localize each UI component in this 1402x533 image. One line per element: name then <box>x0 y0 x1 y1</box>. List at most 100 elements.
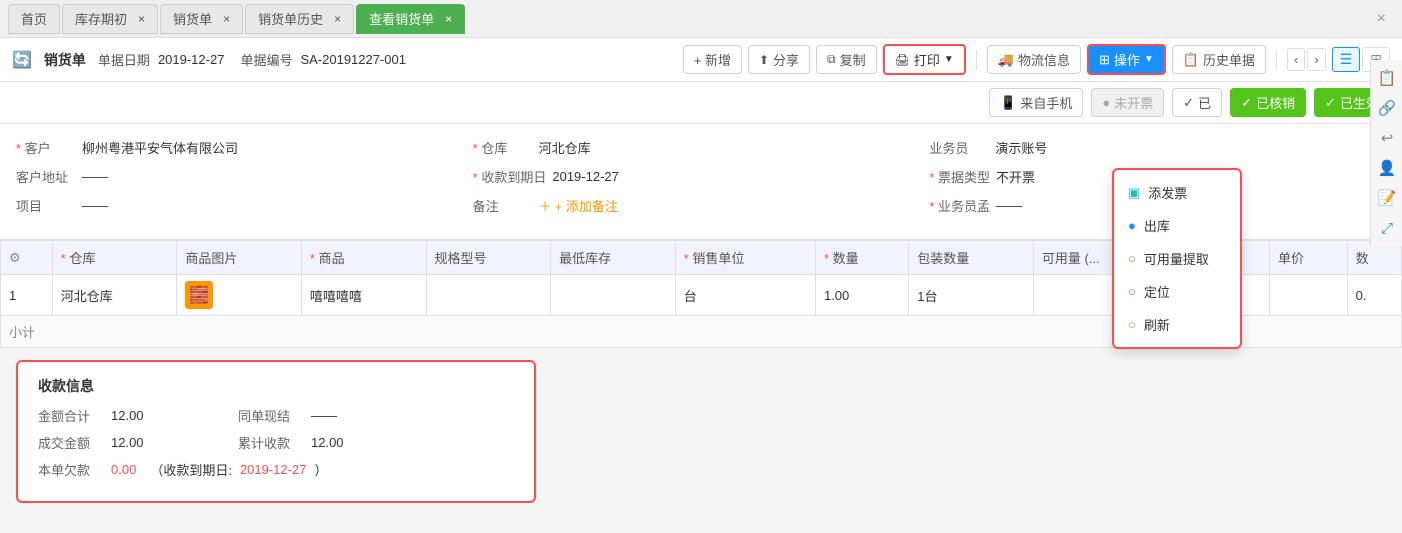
tab-view-sales[interactable]: 查看销货单 × <box>356 4 465 34</box>
check-button[interactable]: ✓ 已 <box>1172 88 1222 117</box>
cancelled-button[interactable]: ✓ 已核销 <box>1230 88 1306 117</box>
row-warehouse: 河北仓库 <box>52 275 177 316</box>
tab-bar: 首页 库存期初 × 销货单 × 销货单历史 × 查看销货单 × × <box>0 0 1402 38</box>
address-field: 客户地址 —— <box>16 167 473 186</box>
note-label: 备注 <box>473 196 533 215</box>
tab-home-label: 首页 <box>21 9 47 28</box>
customer-label: 客户 <box>16 138 76 157</box>
dropdown-refresh[interactable]: ○ 刷新 <box>1114 308 1240 341</box>
sidebar-icon-expand[interactable]: ⤢ <box>1373 214 1401 242</box>
warehouse-field: 仓库 河北仓库 <box>473 138 930 157</box>
tab-inventory-init[interactable]: 库存期初 × <box>62 4 158 34</box>
action-bar: 📱 来自手机 ● 未开票 ✓ 已 ✓ 已核销 ✓ 已生效 <box>0 82 1402 124</box>
tab-inventory-close[interactable]: × <box>138 12 145 26</box>
truck-icon: 🚚 <box>998 52 1014 68</box>
note-field: 备注 ＋ + 添加备注 <box>473 196 930 215</box>
customer-field: 客户 柳州粤港平安气体有限公司 <box>16 138 473 157</box>
dropdown-available-pickup[interactable]: ○ 可用量提取 <box>1114 242 1240 275</box>
sidebar-icon-4[interactable]: 👤 <box>1373 154 1401 182</box>
total-amount-label: 金额合计 <box>38 406 103 425</box>
cumulative-receipt-value: 12.00 <box>311 435 344 450</box>
col-product: 商品 <box>301 241 426 275</box>
warehouse-value: 河北仓库 <box>539 138 591 157</box>
sidebar-icon-3[interactable]: ↩ <box>1373 124 1401 152</box>
address-value: —— <box>82 169 108 184</box>
col-sales-unit: 销售单位 <box>675 241 815 275</box>
effective-icon: ✓ <box>1325 95 1336 111</box>
toolbar: 🔄 销货单 单据日期 2019-12-27 单据编号 SA-20191227-0… <box>0 38 1402 82</box>
number-label: 单据编号 SA-20191227-001 <box>240 50 406 69</box>
ticket-type-label: 票据类型 <box>929 167 990 186</box>
sidebar-icon-2[interactable]: 🔗 <box>1373 94 1401 122</box>
row-amount: 0. <box>1347 275 1401 316</box>
date-label: 单据日期 2019-12-27 <box>98 50 225 69</box>
col-warehouse: 仓库 <box>52 241 177 275</box>
col-gear: ⚙ <box>1 241 53 275</box>
main-content: 客户 柳州粤港平安气体有限公司 仓库 河北仓库 业务员 演示账号 客户地址 ——… <box>0 124 1402 503</box>
ticket-type-value: 不开票 <box>996 167 1035 186</box>
share-button[interactable]: ⬆ 分享 <box>748 45 810 74</box>
logistics-button[interactable]: 🚚 物流信息 <box>987 45 1081 74</box>
row-quantity: 1.00 <box>815 275 908 316</box>
close-all-button[interactable]: × <box>1369 6 1394 31</box>
next-arrow[interactable]: › <box>1307 48 1325 71</box>
copy-button[interactable]: ⧉ 复制 <box>816 45 877 74</box>
share-icon: ⬆ <box>759 53 769 67</box>
col-unit-price: 单价 <box>1270 241 1348 275</box>
same-order-item: 同单现结 —— <box>238 406 398 425</box>
current-due-value: 0.00 <box>111 462 136 477</box>
prev-arrow[interactable]: ‹ <box>1287 48 1305 71</box>
current-due-label: 本单欠款 <box>38 460 103 479</box>
payment-date-label: 收款到期日 <box>473 167 547 186</box>
not-open-button[interactable]: ● 未开票 <box>1091 88 1164 117</box>
tab-history-close[interactable]: × <box>334 12 341 26</box>
row-image: 🧱 <box>177 275 302 316</box>
cumulative-receipt-item: 累计收款 12.00 <box>238 433 398 452</box>
check-icon: ✓ <box>1183 95 1194 111</box>
right-sidebar: 📋 🔗 ↩ 👤 📝 ⤢ <box>1370 60 1402 246</box>
tab-home[interactable]: 首页 <box>8 4 60 34</box>
total-amount-item: 金额合计 12.00 <box>38 406 198 425</box>
payment-date-value: 2019-12-27 <box>552 169 619 184</box>
transaction-amount-item: 成交金额 12.00 <box>38 433 198 452</box>
operate-dropdown-arrow: ▼ <box>1144 54 1154 65</box>
tab-view-close[interactable]: × <box>445 12 452 26</box>
tab-sales-close[interactable]: × <box>223 12 230 26</box>
warehouse-label: 仓库 <box>473 138 533 157</box>
form-row-1: 客户 柳州粤港平安气体有限公司 仓库 河北仓库 业务员 演示账号 <box>16 138 1386 157</box>
tab-sales-order[interactable]: 销货单 × <box>160 4 243 34</box>
history-icon: 📋 <box>1183 52 1199 68</box>
from-phone-button[interactable]: 📱 来自手机 <box>989 88 1083 117</box>
doc-title: 销货单 <box>44 50 86 70</box>
dropdown-add-invoice[interactable]: ▣ 添发票 <box>1114 176 1240 209</box>
payment-row-2: 成交金额 12.00 累计收款 12.00 <box>38 433 514 452</box>
copy-icon: ⧉ <box>827 52 836 67</box>
toolbar-left: 🔄 销货单 单据日期 2019-12-27 单据编号 SA-20191227-0… <box>12 50 675 70</box>
sidebar-icon-5[interactable]: 📝 <box>1373 184 1401 212</box>
sidebar-icon-1[interactable]: 📋 <box>1373 64 1401 92</box>
payment-row-1: 金额合计 12.00 同单现结 —— <box>38 406 514 425</box>
staff2-label: 业务员孟 <box>929 196 990 215</box>
tab-history-label: 销货单历史 <box>258 9 323 28</box>
grid-icon: ⊞ <box>1099 52 1110 68</box>
list-view-button[interactable]: ☰ <box>1332 47 1361 72</box>
payment-row-3: 本单欠款 0.00 （收款到期日: 2019-12-27 ） <box>38 460 514 479</box>
phone-icon: 📱 <box>1000 95 1016 111</box>
available-pickup-icon: ○ <box>1128 251 1136 266</box>
tab-sales-history[interactable]: 销货单历史 × <box>245 4 354 34</box>
current-due-item: 本单欠款 0.00 （收款到期日: 2019-12-27 ） <box>38 460 327 479</box>
history-button[interactable]: 📋 历史单据 <box>1172 45 1266 74</box>
locate-icon: ○ <box>1128 284 1136 299</box>
payment-date-field: 收款到期日 2019-12-27 <box>473 167 930 186</box>
dropdown-outbound[interactable]: ● 出库 <box>1114 209 1240 242</box>
row-index: 1 <box>1 275 53 316</box>
new-button[interactable]: + 新增 <box>683 45 742 74</box>
row-pack-qty: 1台 <box>909 275 1034 316</box>
dropdown-locate[interactable]: ○ 定位 <box>1114 275 1240 308</box>
add-note-button[interactable]: ＋ + 添加备注 <box>539 196 618 215</box>
operate-button[interactable]: ⊞ 操作 ▼ <box>1087 44 1166 75</box>
gear-icon[interactable]: ⚙ <box>9 250 21 265</box>
transaction-amount-value: 12.00 <box>111 435 144 450</box>
print-button[interactable]: 🖨 打印 ▼ <box>883 44 966 75</box>
doc-meta: 单据日期 2019-12-27 单据编号 SA-20191227-001 <box>98 50 406 69</box>
